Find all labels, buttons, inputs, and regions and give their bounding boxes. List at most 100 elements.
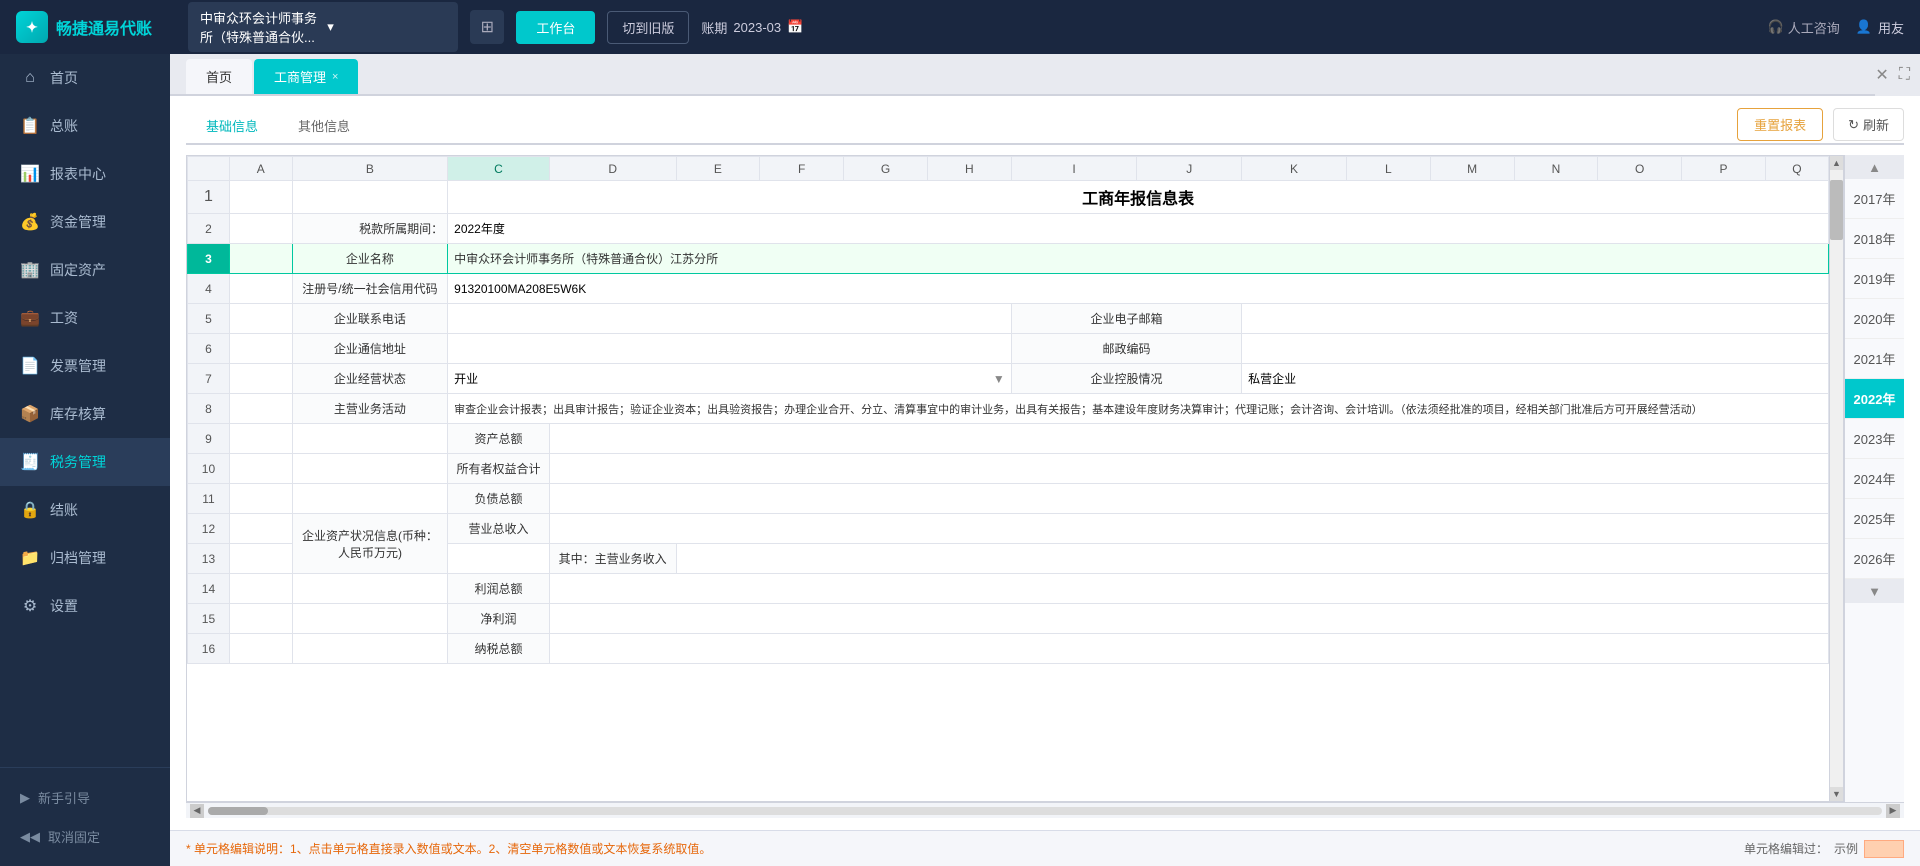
- reset-report-button[interactable]: 重置报表: [1737, 108, 1823, 141]
- cell-6a[interactable]: [229, 334, 292, 364]
- cell-4a[interactable]: [229, 274, 292, 304]
- cell-11b[interactable]: [292, 484, 447, 514]
- sidebar-item-report[interactable]: 📊 报表中心: [0, 150, 170, 198]
- sub-tab-basic[interactable]: 基础信息: [186, 108, 278, 145]
- year-item-2019[interactable]: 2019年: [1845, 259, 1904, 299]
- company-selector[interactable]: 中审众环会计师事务所（特殊普通合伙... ▾: [188, 2, 458, 52]
- cell-14b[interactable]: [292, 574, 447, 604]
- workbench-button[interactable]: 工作台: [516, 11, 595, 44]
- cell-2a[interactable]: [229, 214, 292, 244]
- cell-14c: 利润总额: [448, 574, 550, 604]
- cell-15b[interactable]: [292, 604, 447, 634]
- cell-1b[interactable]: [292, 181, 447, 214]
- sidebar-item-settings[interactable]: ⚙ 设置: [0, 582, 170, 630]
- cell-15a[interactable]: [229, 604, 292, 634]
- year-item-2023[interactable]: 2023年: [1845, 419, 1904, 459]
- year-item-2017[interactable]: 2017年: [1845, 179, 1904, 219]
- cell-6j: 邮政编码: [1011, 334, 1241, 364]
- cell-2c[interactable]: 2022年度: [448, 214, 1829, 244]
- sidebar-item-close[interactable]: 🔒 结账: [0, 486, 170, 534]
- expand-window-icon[interactable]: ⛶: [1899, 66, 1910, 84]
- sidebar-item-invoice[interactable]: 📄 发票管理: [0, 342, 170, 390]
- year-item-2026[interactable]: 2026年: [1845, 539, 1904, 579]
- cell-9a[interactable]: [229, 424, 292, 454]
- cell-14a[interactable]: [229, 574, 292, 604]
- sidebar-item-guide[interactable]: ▶ 新手引导: [0, 778, 170, 817]
- tab-bizreg[interactable]: 工商管理 ×: [254, 59, 358, 94]
- year-item-2021[interactable]: 2021年: [1845, 339, 1904, 379]
- year-item-2025[interactable]: 2025年: [1845, 499, 1904, 539]
- dropdown-arrow-icon[interactable]: ▼: [993, 372, 1005, 386]
- company-icon-btn[interactable]: ⊞: [470, 10, 504, 44]
- refresh-button[interactable]: ↻ 刷新: [1833, 108, 1904, 141]
- cell-8a[interactable]: [229, 394, 292, 424]
- cell-7c[interactable]: 开业 ▼: [448, 364, 1012, 394]
- year-item-2020[interactable]: 2020年: [1845, 299, 1904, 339]
- cell-13c[interactable]: [448, 544, 550, 574]
- sidebar-item-inventory[interactable]: 📦 库存核算: [0, 390, 170, 438]
- hscroll-right-button[interactable]: ▶: [1886, 804, 1900, 818]
- cell-16a[interactable]: [229, 634, 292, 664]
- vscroll-track[interactable]: [1830, 170, 1843, 787]
- cell-11a[interactable]: [229, 484, 292, 514]
- year-item-2022[interactable]: 2022年: [1845, 379, 1904, 419]
- sidebar-item-home[interactable]: ⌂ 首页: [0, 54, 170, 102]
- horizontal-scrollbar[interactable]: ◀ ▶: [186, 802, 1904, 818]
- sidebar-item-archive[interactable]: 📁 归档管理: [0, 534, 170, 582]
- cell-16b[interactable]: [292, 634, 447, 664]
- cell-6k[interactable]: [1242, 334, 1829, 364]
- cell-15d[interactable]: [549, 604, 1828, 634]
- year-item-2024[interactable]: 2024年: [1845, 459, 1904, 499]
- calendar-icon[interactable]: 📅: [787, 19, 803, 35]
- cell-16d[interactable]: [549, 634, 1828, 664]
- year-scroll-down-button[interactable]: ▼: [1845, 579, 1904, 603]
- service-button[interactable]: 🎧 人工咨询: [1768, 18, 1840, 37]
- cell-title[interactable]: 工商年报信息表: [448, 181, 1829, 214]
- vertical-scrollbar[interactable]: ▲ ▼: [1829, 156, 1843, 801]
- cell-7k[interactable]: 私营企业: [1242, 364, 1829, 394]
- cell-8c[interactable]: 审查企业会计报表；出具审计报告；验证企业资本；出具验资报告；办理企业合开、分立、…: [448, 394, 1829, 424]
- cell-13a[interactable]: [229, 544, 292, 574]
- hscroll-track[interactable]: [208, 807, 1882, 815]
- vscroll-down-button[interactable]: ▼: [1830, 787, 1843, 801]
- cell-5a[interactable]: [229, 304, 292, 334]
- sidebar-item-salary[interactable]: 💼 工资: [0, 294, 170, 342]
- cell-11d[interactable]: [549, 484, 1828, 514]
- sidebar-item-tax[interactable]: 🧾 税务管理: [0, 438, 170, 486]
- sidebar-item-finance[interactable]: 💰 资金管理: [0, 198, 170, 246]
- tab-close-icon[interactable]: ×: [332, 71, 338, 83]
- cell-5c[interactable]: [448, 304, 1012, 334]
- year-scroll-up-button[interactable]: ▲: [1845, 155, 1904, 179]
- sidebar-item-ledger[interactable]: 📋 总账: [0, 102, 170, 150]
- cell-6c[interactable]: [448, 334, 1012, 364]
- hscroll-thumb[interactable]: [208, 807, 268, 815]
- cell-7a[interactable]: [229, 364, 292, 394]
- cell-12d[interactable]: [549, 514, 1828, 544]
- cell-5k[interactable]: [1242, 304, 1829, 334]
- cell-9b[interactable]: [292, 424, 447, 454]
- vscroll-up-button[interactable]: ▲: [1830, 156, 1843, 170]
- year-item-2018[interactable]: 2018年: [1845, 219, 1904, 259]
- cell-10b[interactable]: [292, 454, 447, 484]
- tab-home[interactable]: 首页: [186, 59, 252, 94]
- cell-4c[interactable]: 91320100MA208E5W6K: [448, 274, 1829, 304]
- cell-13e[interactable]: [676, 544, 1828, 574]
- cell-10a[interactable]: [229, 454, 292, 484]
- cell-3c[interactable]: 中审众环会计师事务所（特殊普通合伙）江苏分所: [448, 244, 1829, 274]
- cell-3a[interactable]: [229, 244, 292, 274]
- sidebar-item-unpin[interactable]: ◀◀ 取消固定: [0, 817, 170, 856]
- sub-tab-other[interactable]: 其他信息: [278, 108, 370, 145]
- cell-9d[interactable]: [549, 424, 1828, 454]
- cell-12a[interactable]: [229, 514, 292, 544]
- spreadsheet-main[interactable]: A B C D E F G H I J: [187, 156, 1829, 801]
- cell-1a[interactable]: [229, 181, 292, 214]
- cell-14d[interactable]: [549, 574, 1828, 604]
- hscroll-left-button[interactable]: ◀: [190, 804, 204, 818]
- old-version-button[interactable]: 切到旧版: [607, 11, 689, 44]
- cell-5j: 企业电子邮箱: [1011, 304, 1241, 334]
- vscroll-thumb[interactable]: [1830, 180, 1843, 240]
- user-area[interactable]: 👤 用友: [1856, 18, 1904, 37]
- close-window-icon[interactable]: ✕: [1875, 65, 1888, 85]
- sidebar-item-asset[interactable]: 🏢 固定资产: [0, 246, 170, 294]
- cell-10d[interactable]: [549, 454, 1828, 484]
